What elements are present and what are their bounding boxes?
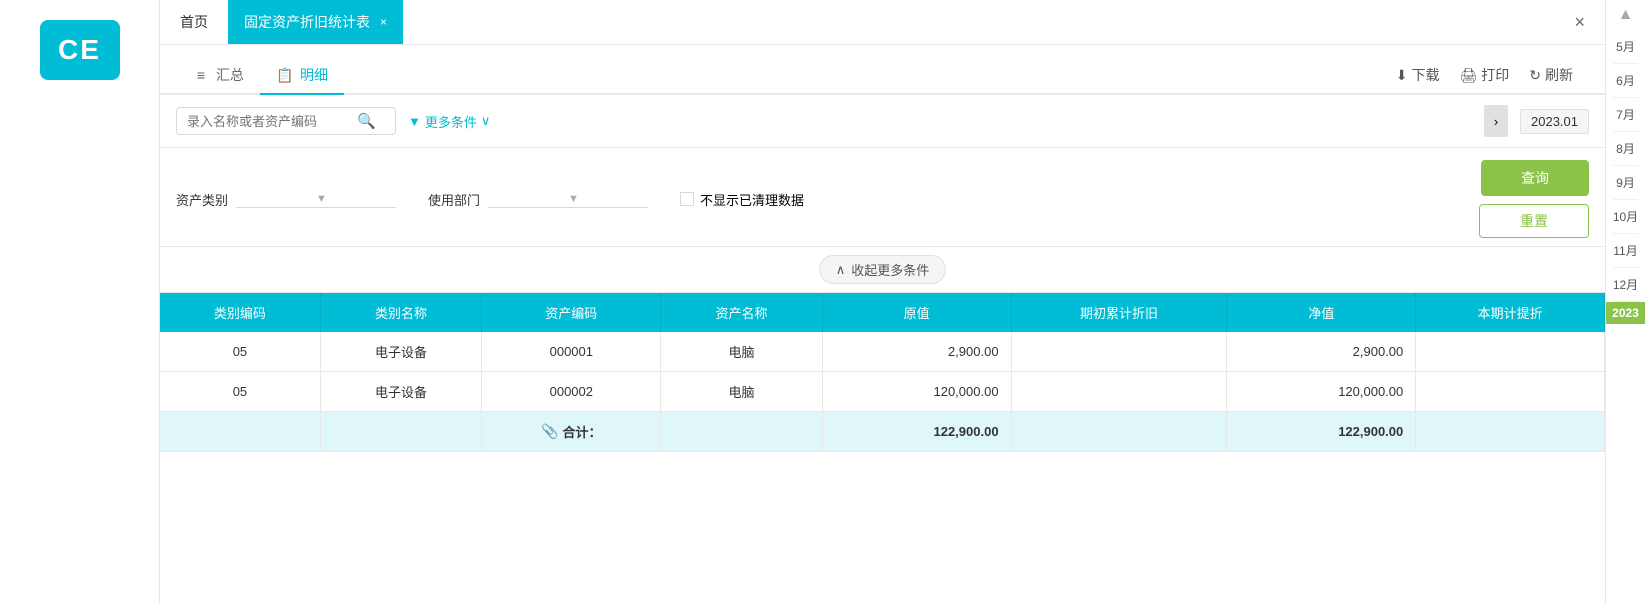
filter-area: 资产类别 ▼ 使用部门 ▼ 不显示已清理数据 查询 重置 — [160, 148, 1605, 247]
nav-tab-label: 固定资产折旧统计表 — [244, 12, 370, 32]
tab-summary[interactable]: ≡ 汇总 — [176, 57, 260, 95]
table-row[interactable]: 05电子设备000002电脑120,000.00120,000.00 — [160, 372, 1605, 412]
top-nav: 首页 固定资产折旧统计表 × × — [160, 0, 1605, 45]
reset-button[interactable]: 重置 — [1479, 204, 1589, 238]
sidebar-month-8月[interactable]: 8月 — [1613, 132, 1638, 166]
col-header-6: 净值 — [1227, 293, 1416, 332]
nav-home[interactable]: 首页 — [160, 0, 228, 44]
date-label: 2023.01 — [1520, 109, 1589, 134]
more-conditions-label: 更多条件 — [425, 112, 477, 131]
data-table: 类别编码类别名称资产编码资产名称原值期初累计折旧净值本期计提折 05电子设备00… — [160, 293, 1605, 452]
chevron-down-icon: ∨ — [481, 113, 491, 129]
sidebar-month-7月[interactable]: 7月 — [1613, 98, 1638, 132]
asset-category-select[interactable]: ▼ — [236, 191, 396, 208]
search-input-wrap[interactable]: 🔍 — [176, 107, 396, 135]
department-label: 使用部门 — [428, 190, 480, 209]
col-header-5: 期初累计折旧 — [1011, 293, 1227, 332]
search-bar: 🔍 ▼ 更多条件 ∨ › 2023.01 — [160, 95, 1605, 148]
cell-1-5 — [1011, 372, 1227, 412]
cell-1-3: 电脑 — [661, 372, 822, 412]
cell-0-0: 05 — [160, 332, 320, 372]
summary-icon: ≡ — [192, 66, 210, 84]
tab-detail[interactable]: 📋 明细 — [260, 57, 344, 95]
download-label: 下载 — [1411, 65, 1439, 85]
filter-asset-category: 资产类别 ▼ — [176, 190, 396, 209]
cell-0-7 — [1416, 332, 1605, 372]
hide-cleared-checkbox[interactable] — [680, 192, 694, 206]
query-button[interactable]: 查询 — [1481, 160, 1589, 196]
refresh-icon: ↻ — [1529, 67, 1541, 84]
filter-department: 使用部门 ▼ — [428, 190, 648, 209]
tab-detail-label: 明细 — [300, 65, 328, 85]
col-header-1: 类别名称 — [320, 293, 481, 332]
sidebar-year-badge: 2023 — [1606, 302, 1645, 324]
asset-category-label: 资产类别 — [176, 190, 228, 209]
total-row: 📎合计：122,900.00122,900.00 — [160, 412, 1605, 452]
col-header-0: 类别编码 — [160, 293, 320, 332]
cell-0-4: 2,900.00 — [822, 332, 1011, 372]
cell-1-4: 120,000.00 — [822, 372, 1011, 412]
refresh-button[interactable]: ↻ 刷新 — [1529, 65, 1573, 85]
hide-cleared-checkbox-item: 不显示已清理数据 — [680, 190, 804, 209]
collapse-label: 收起更多条件 — [851, 260, 929, 279]
search-icon[interactable]: 🔍 — [357, 112, 376, 130]
download-button[interactable]: ⬇ 下载 — [1396, 65, 1440, 85]
brand-logo: CE — [40, 20, 120, 80]
asset-category-arrow-icon: ▼ — [316, 193, 392, 205]
table-wrap: 类别编码类别名称资产编码资产名称原值期初累计折旧净值本期计提折 05电子设备00… — [160, 293, 1605, 604]
filter-icon: ▼ — [408, 114, 421, 129]
sidebar-month-6月[interactable]: 6月 — [1613, 64, 1638, 98]
collapse-bar: ∧ 收起更多条件 — [160, 247, 1605, 293]
col-header-7: 本期计提折 — [1416, 293, 1605, 332]
department-select[interactable]: ▼ — [488, 191, 648, 208]
cell-0-3: 电脑 — [661, 332, 822, 372]
date-nav-chevron[interactable]: › — [1484, 105, 1508, 137]
sidebar-month-5月[interactable]: 5月 — [1613, 30, 1638, 64]
col-header-3: 资产名称 — [661, 293, 822, 332]
refresh-label: 刷新 — [1545, 65, 1573, 85]
download-icon: ⬇ — [1396, 67, 1408, 84]
cell-0-5 — [1011, 332, 1227, 372]
cell-1-0: 05 — [160, 372, 320, 412]
print-button[interactable]: 🖨 打印 — [1459, 65, 1509, 85]
search-input[interactable] — [187, 114, 357, 129]
toolbar-tabs: ≡ 汇总 📋 明细 ⬇ 下载 🖨 打印 ↻ 刷新 — [160, 45, 1605, 95]
brand-logo-text: CE — [58, 34, 101, 66]
tab-summary-label: 汇总 — [216, 65, 244, 85]
nav-tab-active[interactable]: 固定资产折旧统计表 × — [228, 0, 403, 44]
collapse-arrow-icon: ∧ — [836, 262, 846, 278]
col-header-4: 原值 — [822, 293, 1011, 332]
sidebar-month-10月[interactable]: 10月 — [1613, 200, 1638, 234]
filter-actions: 查询 重置 — [1479, 160, 1589, 238]
cell-0-1: 电子设备 — [320, 332, 481, 372]
more-conditions-button[interactable]: ▼ 更多条件 ∨ — [408, 112, 490, 131]
right-sidebar: ▲ 5月6月7月8月9月10月11月12月 2023 — [1605, 0, 1645, 604]
window-close-icon[interactable]: × — [1574, 12, 1585, 33]
hide-cleared-label: 不显示已清理数据 — [700, 190, 804, 209]
toolbar-actions: ⬇ 下载 🖨 打印 ↻ 刷新 — [1396, 65, 1589, 93]
collapse-button[interactable]: ∧ 收起更多条件 — [819, 255, 947, 284]
cell-1-6: 120,000.00 — [1227, 372, 1416, 412]
sidebar-scroll-up[interactable]: ▲ — [1618, 0, 1634, 30]
sidebar-month-12月[interactable]: 12月 — [1613, 268, 1638, 302]
cell-0-6: 2,900.00 — [1227, 332, 1416, 372]
detail-icon: 📋 — [276, 66, 294, 84]
cell-1-1: 电子设备 — [320, 372, 481, 412]
department-arrow-icon: ▼ — [568, 193, 644, 205]
sidebar-month-11月[interactable]: 11月 — [1613, 234, 1638, 268]
cell-0-2: 000001 — [482, 332, 661, 372]
col-header-2: 资产编码 — [482, 293, 661, 332]
cell-1-2: 000002 — [482, 372, 661, 412]
print-icon: 🖨 — [1459, 67, 1477, 84]
table-row[interactable]: 05电子设备000001电脑2,900.002,900.00 — [160, 332, 1605, 372]
cell-1-7 — [1416, 372, 1605, 412]
close-tab-icon[interactable]: × — [380, 15, 387, 29]
sidebar-month-9月[interactable]: 9月 — [1613, 166, 1638, 200]
print-label: 打印 — [1481, 65, 1509, 85]
